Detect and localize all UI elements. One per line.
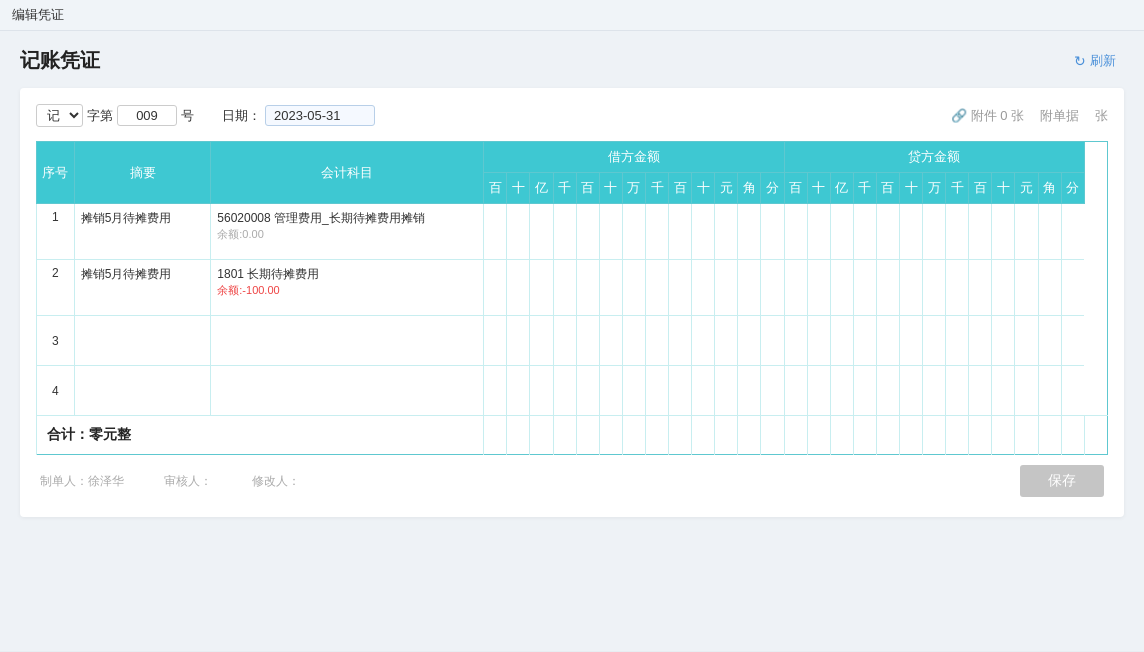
page-title: 记账凭证	[20, 47, 100, 74]
form-card: 记 字第 号 日期： 🔗 附件 0 张 附单据 张	[20, 88, 1124, 517]
refresh-icon: ↻	[1074, 53, 1086, 69]
debit-col-10: 元	[715, 173, 738, 204]
debit-col-8: 百	[669, 173, 692, 204]
paperclip-icon: 🔗	[951, 108, 967, 123]
debit-col-1: 十	[507, 173, 530, 204]
footer-area: 制单人：徐泽华 审核人： 修改人： 保存	[36, 465, 1108, 497]
meta-right: 🔗 附件 0 张 附单据 张	[951, 107, 1108, 125]
seq-4: 4	[37, 366, 75, 416]
th-debit: 借方金额	[484, 142, 784, 173]
title-bar: 编辑凭证	[0, 0, 1144, 31]
title-bar-label: 编辑凭证	[12, 7, 64, 22]
save-button[interactable]: 保存	[1020, 465, 1104, 497]
debit-col-5: 十	[599, 173, 622, 204]
credit-col-6: 万	[923, 173, 946, 204]
credit-col-3: 千	[853, 173, 876, 204]
credit-col-11: 角	[1038, 173, 1061, 204]
debit-col-7: 千	[645, 173, 668, 204]
debit-col-2: 亿	[530, 173, 553, 204]
attach-btn[interactable]: 🔗 附件 0 张	[951, 107, 1024, 125]
maker-label: 制单人：徐泽华	[40, 473, 124, 490]
debit-col-12: 分	[761, 173, 784, 204]
summary-1[interactable]: 摊销5月待摊费用	[74, 204, 211, 260]
debit-col-11: 角	[738, 173, 761, 204]
attach-single-label[interactable]: 附单据	[1040, 107, 1079, 125]
seq-2: 2	[37, 260, 75, 316]
account-4[interactable]	[211, 366, 484, 416]
hao-label: 号	[181, 107, 194, 125]
voucher-table: 序号 摘要 会计科目 借方金额 贷方金额 百 十 亿 千 百 十 万 千 百	[36, 141, 1108, 455]
page-header: 记账凭证 ↻ 刷新	[20, 47, 1124, 74]
attach-count-label: 张	[1095, 107, 1108, 125]
th-account: 会计科目	[211, 142, 484, 204]
main-area: 记账凭证 ↻ 刷新 记 字第 号 日期： 🔗 附件	[0, 31, 1144, 651]
date-input[interactable]	[265, 105, 375, 126]
voucher-type-select[interactable]: 记	[36, 104, 83, 127]
seq-1: 1	[37, 204, 75, 260]
date-group: 日期：	[222, 105, 375, 126]
credit-col-12: 分	[1061, 173, 1084, 204]
th-summary: 摘要	[74, 142, 211, 204]
table-row: 4	[37, 366, 1108, 416]
credit-col-7: 千	[946, 173, 969, 204]
th-credit: 贷方金额	[784, 142, 1084, 173]
seq-3: 3	[37, 316, 75, 366]
zi-di-label: 字第	[87, 107, 113, 125]
auditor-label: 审核人：	[164, 473, 212, 490]
attach-label: 附件 0 张	[971, 107, 1024, 125]
refresh-button[interactable]: ↻ 刷新	[1066, 48, 1124, 74]
voucher-type-group: 记 字第 号	[36, 104, 194, 127]
debit-col-9: 十	[692, 173, 715, 204]
table-row: 1 摊销5月待摊费用 56020008 管理费用_长期待摊费用摊销 余额:0.0…	[37, 204, 1108, 260]
credit-col-2: 亿	[830, 173, 853, 204]
th-seq: 序号	[37, 142, 75, 204]
credit-col-9: 十	[992, 173, 1015, 204]
account-1[interactable]: 56020008 管理费用_长期待摊费用摊销 余额:0.00	[211, 204, 484, 260]
credit-col-1: 十	[807, 173, 830, 204]
modifier-label: 修改人：	[252, 473, 300, 490]
account-2[interactable]: 1801 长期待摊费用 余额:-100.00	[211, 260, 484, 316]
account-3[interactable]	[211, 316, 484, 366]
credit-col-8: 百	[969, 173, 992, 204]
refresh-label: 刷新	[1090, 52, 1116, 70]
voucher-number-input[interactable]	[117, 105, 177, 126]
debit-col-4: 百	[576, 173, 599, 204]
table-row: 3	[37, 316, 1108, 366]
debit-col-0: 百	[484, 173, 507, 204]
credit-col-10: 元	[1015, 173, 1038, 204]
summary-3[interactable]	[74, 316, 211, 366]
date-label: 日期：	[222, 107, 261, 125]
summary-row: 合计：零元整	[37, 416, 1108, 455]
credit-col-5: 十	[899, 173, 922, 204]
total-label: 合计：零元整	[37, 416, 484, 455]
debit-col-6: 万	[622, 173, 645, 204]
summary-4[interactable]	[74, 366, 211, 416]
credit-col-4: 百	[876, 173, 899, 204]
table-row: 2 摊销5月待摊费用 1801 长期待摊费用 余额:-100.00	[37, 260, 1108, 316]
summary-2[interactable]: 摊销5月待摊费用	[74, 260, 211, 316]
credit-col-0: 百	[784, 173, 807, 204]
debit-col-3: 千	[553, 173, 576, 204]
form-meta: 记 字第 号 日期： 🔗 附件 0 张 附单据 张	[36, 104, 1108, 127]
